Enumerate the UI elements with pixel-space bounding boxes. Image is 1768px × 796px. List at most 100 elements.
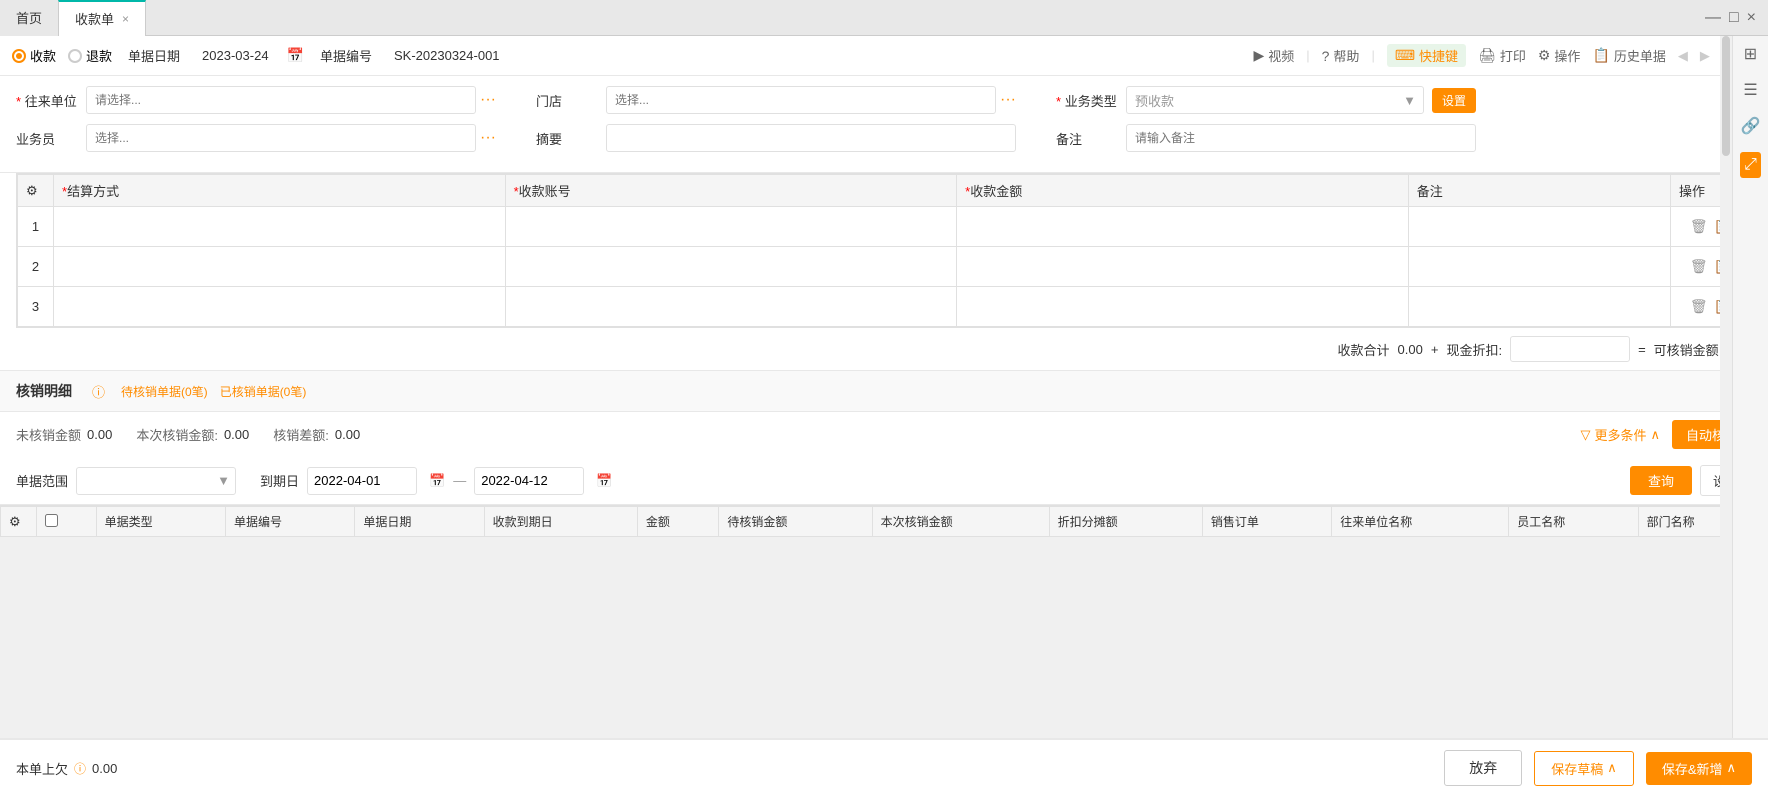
th-checkbox[interactable]: ⚙ (1, 507, 37, 537)
detail-header-row: ⚙ 单据类型 单据编号 单据日期 收款到期日 金额 待核销金额 本次核销金额 折… (1, 507, 1768, 537)
table-row: 2 🗑 📋 (18, 247, 1751, 287)
history-icon: 📋 (1592, 47, 1609, 64)
save-draft-button[interactable]: 保存草稿 ∧ (1534, 751, 1634, 786)
tab-home[interactable]: 首页 (0, 0, 58, 36)
save-draft-label: 保存草稿 (1551, 759, 1603, 778)
operation-btn[interactable]: ⚙ 操作 (1538, 46, 1581, 65)
discard-button[interactable]: 放弃 (1444, 750, 1522, 786)
print-icon: 🖨 (1478, 47, 1496, 64)
history-btn[interactable]: 📋 历史单据 (1592, 46, 1665, 65)
save-draft-arrow-icon[interactable]: ∧ (1607, 760, 1617, 776)
staff-label: 业务员 (16, 129, 86, 148)
plus-sign: + (1431, 342, 1439, 357)
cell-settlement-3[interactable] (54, 287, 506, 327)
help-btn[interactable]: ? 帮助 (1322, 46, 1360, 65)
staff-input[interactable] (86, 124, 476, 152)
th-settlement: *结算方式 (54, 175, 506, 207)
delete-icon-3[interactable]: 🗑 (1690, 298, 1708, 315)
settings-btn[interactable]: 设置 (1432, 88, 1476, 113)
select-all-checkbox[interactable] (45, 514, 58, 527)
cal-to-icon[interactable]: 📅 (596, 473, 612, 489)
history-label: 历史单据 (1614, 46, 1666, 65)
discount-input[interactable] (1510, 336, 1630, 362)
print-label: 打印 (1500, 46, 1526, 65)
th-checkbox-sel[interactable] (37, 507, 97, 537)
cell-amount-1[interactable] (957, 207, 1409, 247)
sidebar-list-icon[interactable]: ☰ (1743, 80, 1757, 100)
cell-amount-2[interactable] (957, 247, 1409, 287)
cell-account-2[interactable] (505, 247, 957, 287)
delete-icon-2[interactable]: 🗑 (1690, 258, 1708, 275)
th-staff: 员工名称 (1509, 507, 1638, 537)
diff-label: 核销差额: (273, 425, 329, 444)
staff-more-icon[interactable]: ··· (480, 130, 496, 146)
query-btn[interactable]: 查询 (1630, 466, 1692, 495)
th-account: *收款账号 (505, 175, 957, 207)
sidebar-link-icon[interactable]: 🔗 (1741, 116, 1761, 136)
minimize-button[interactable]: — (1705, 9, 1721, 27)
business-type-select[interactable]: 预收款 (1126, 86, 1424, 114)
sidebar-table-icon[interactable]: ⊞ (1744, 44, 1757, 64)
scroll-thumb[interactable] (1722, 36, 1730, 156)
cell-note-3[interactable] (1408, 287, 1670, 327)
scrollbar[interactable] (1720, 36, 1732, 796)
cell-account-1[interactable] (505, 207, 957, 247)
shortcut-btn[interactable]: ⌨ 快捷键 (1387, 44, 1466, 67)
range-select[interactable] (76, 467, 236, 495)
save-new-arrow-icon[interactable]: ∧ (1726, 760, 1736, 776)
summary-input[interactable] (606, 124, 1016, 152)
store-input[interactable] (606, 86, 996, 114)
summary-label: 摘要 (536, 129, 606, 148)
save-new-button[interactable]: 保存&新增 ∧ (1646, 752, 1752, 785)
video-btn[interactable]: ▶ 视频 (1253, 46, 1294, 65)
close-button[interactable]: × (1747, 9, 1756, 27)
video-label: 视频 (1268, 46, 1294, 65)
chevron-up-icon: ∧ (1650, 427, 1660, 443)
gear-small-icon[interactable]: ⚙ (9, 514, 21, 529)
date-from-input[interactable] (307, 467, 417, 495)
date-field: 单据日期 2023-03-24 📅 (128, 46, 304, 65)
counterpart-input[interactable] (86, 86, 476, 114)
verification-section-bar: 核销明细 ⓘ 待核销单据(0笔) 已核销单据(0笔) (0, 370, 1768, 412)
date-to-input[interactable] (474, 467, 584, 495)
diff-value: 0.00 (335, 427, 360, 442)
radio-label-payment: 收款 (30, 46, 56, 65)
bottom-bar: 本单上欠 ⓘ 0.00 放弃 保存草稿 ∧ 保存&新增 ∧ (0, 738, 1768, 796)
tab-close-icon[interactable]: × (122, 12, 129, 26)
print-btn[interactable]: 🖨 打印 (1478, 46, 1526, 65)
section-title: 核销明细 (16, 381, 72, 401)
calendar-icon[interactable]: 📅 (287, 47, 304, 64)
cal-from-icon[interactable]: 📅 (429, 473, 445, 489)
staff-field: 业务员 ··· (16, 124, 496, 152)
section-info-icon[interactable]: ⓘ (92, 382, 105, 401)
cell-account-3[interactable] (505, 287, 957, 327)
store-more-icon[interactable]: ··· (1000, 92, 1016, 108)
cell-note-2[interactable] (1408, 247, 1670, 287)
done-tab[interactable]: 已核销单据(0笔) (220, 383, 307, 400)
maximize-button[interactable]: □ (1729, 9, 1739, 27)
th-settings[interactable]: ⚙ (18, 175, 54, 207)
th-counterpart: 往来单位名称 (1332, 507, 1509, 537)
cell-settlement-2[interactable] (54, 247, 506, 287)
sidebar-expand-icon[interactable]: ⤢ (1740, 152, 1761, 178)
cell-settlement-1[interactable] (54, 207, 506, 247)
operation-icon: ⚙ (1538, 47, 1551, 64)
counterpart-more-icon[interactable]: ··· (480, 92, 496, 108)
payment-table: ⚙ *结算方式 *收款账号 *收款金额 备注 操作 (17, 174, 1751, 327)
radio-refund[interactable]: 退款 (68, 46, 112, 65)
unchecked-value: 0.00 (87, 427, 112, 442)
more-conditions-btn[interactable]: ▽ 更多条件 ∧ (1580, 425, 1660, 444)
cell-amount-3[interactable] (957, 287, 1409, 327)
cell-note-1[interactable] (1408, 207, 1670, 247)
delete-icon-1[interactable]: 🗑 (1690, 218, 1708, 235)
radio-payment[interactable]: 收款 (12, 46, 56, 65)
pending-tab[interactable]: 待核销单据(0笔) (121, 383, 208, 400)
current-stat: 本次核销金额: 0.00 (136, 425, 249, 444)
form-row-1: * 往来单位 ··· 门店 ··· * 业务类型 (16, 86, 1752, 114)
table-row: 1 🗑 📋 (18, 207, 1751, 247)
tab-active[interactable]: 收款单 × (58, 0, 146, 36)
bottom-stat: 本单上欠 ⓘ 0.00 (16, 759, 117, 778)
note-input[interactable] (1126, 124, 1476, 152)
table-header-row: ⚙ *结算方式 *收款账号 *收款金额 备注 操作 (18, 175, 1751, 207)
bottom-stat-info-icon[interactable]: ⓘ (74, 760, 86, 777)
